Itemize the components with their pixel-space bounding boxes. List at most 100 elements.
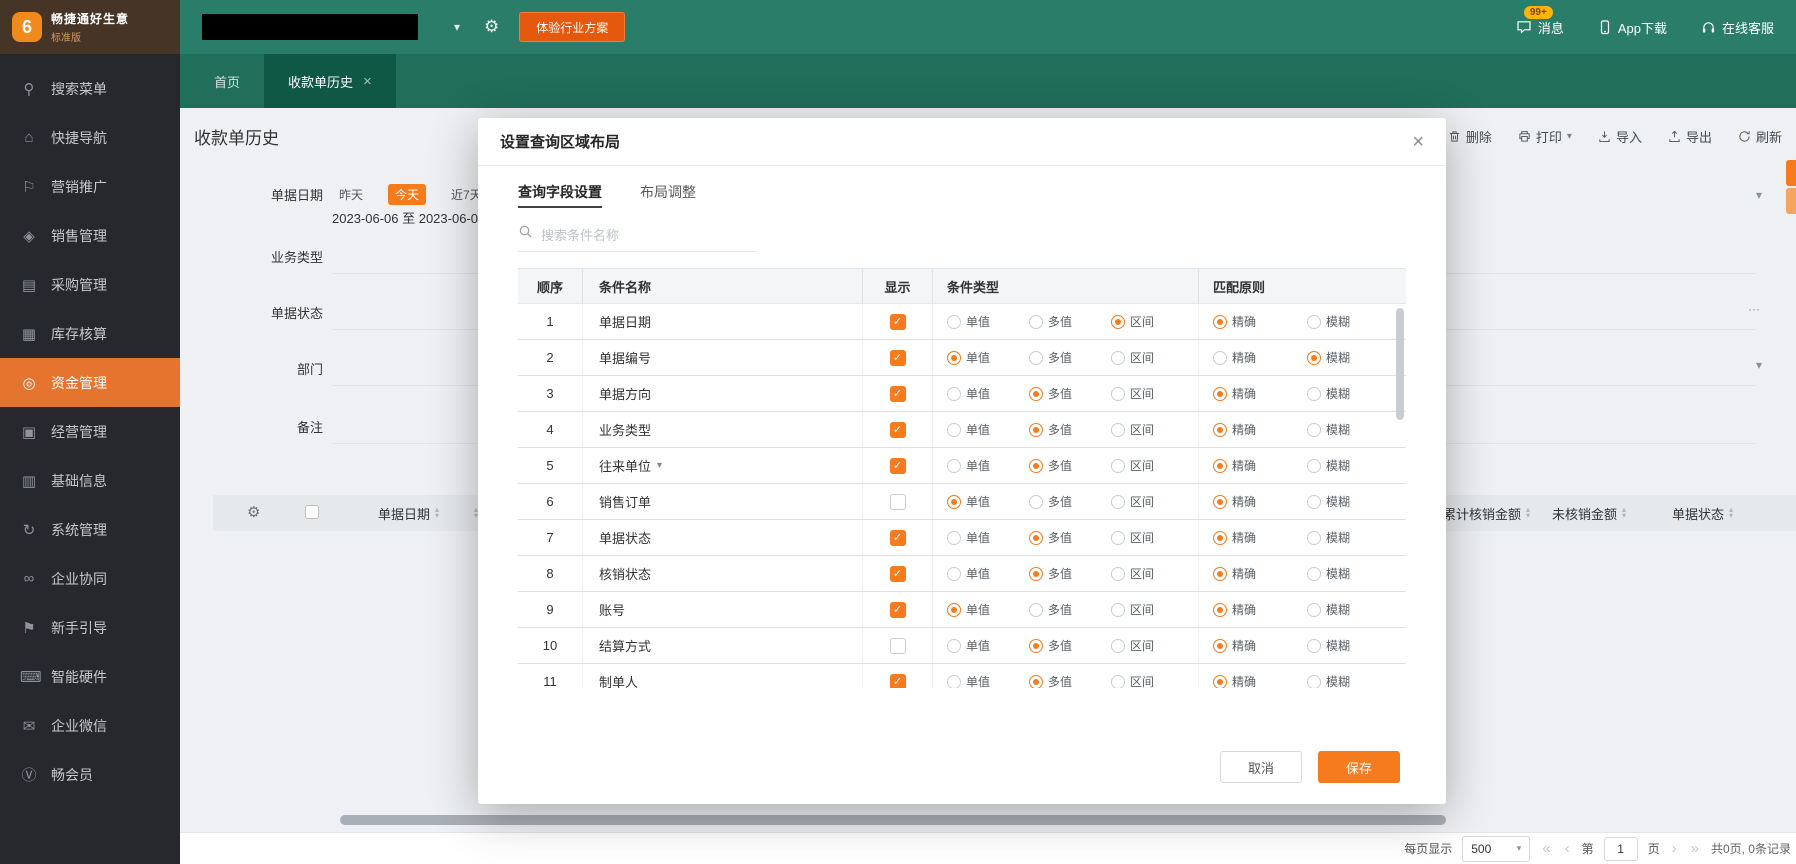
match-rule-option[interactable]: 模糊 bbox=[1307, 565, 1401, 582]
condition-type-option[interactable]: 多值 bbox=[1029, 493, 1111, 510]
show-checkbox[interactable]: ✓ bbox=[889, 529, 906, 546]
sidebar-item-wechat[interactable]: ✉ 企业微信 bbox=[0, 701, 180, 750]
show-checkbox[interactable]: ✓ bbox=[889, 673, 906, 688]
side-float-button[interactable] bbox=[1786, 160, 1796, 186]
last-page-button[interactable]: » bbox=[1689, 840, 1701, 857]
sidebar-item-quick-nav[interactable]: ⌂ 快捷导航 bbox=[0, 113, 180, 162]
match-rule-option[interactable]: 精确 bbox=[1213, 673, 1307, 688]
sidebar-item-guide[interactable]: ⚑ 新手引导 bbox=[0, 603, 180, 652]
match-rule-option[interactable]: 模糊 bbox=[1307, 637, 1401, 654]
chevron-down-icon[interactable]: ▾ bbox=[1756, 358, 1762, 372]
condition-type-option[interactable]: 多值 bbox=[1029, 457, 1111, 474]
sidebar-item-collaboration[interactable]: ∞ 企业协同 bbox=[0, 554, 180, 603]
condition-search-input[interactable]: 搜索条件名称 bbox=[518, 224, 756, 252]
condition-type-option[interactable]: 单值 bbox=[947, 385, 1029, 402]
tab-receipt-history[interactable]: 收款单历史 × bbox=[264, 54, 396, 108]
first-page-button[interactable]: « bbox=[1540, 840, 1552, 857]
show-checkbox[interactable]: ✓ bbox=[889, 385, 906, 402]
column-header-doc-date[interactable]: 单据日期 ▴ ▾ bbox=[378, 495, 439, 531]
modal-scrollbar[interactable] bbox=[1396, 308, 1404, 420]
sort-icon[interactable]: ▴ ▾ bbox=[1622, 506, 1626, 520]
match-rule-option[interactable]: 精确 bbox=[1213, 457, 1307, 474]
match-rule-option[interactable]: 精确 bbox=[1213, 385, 1307, 402]
condition-type-option[interactable]: 单值 bbox=[947, 529, 1029, 546]
sidebar-item-member[interactable]: Ⓥ 畅会员 bbox=[0, 750, 180, 799]
sort-icon[interactable]: ▴ ▾ bbox=[1526, 506, 1530, 520]
horizontal-scrollbar[interactable] bbox=[340, 815, 1446, 825]
sort-icon[interactable]: ▴ ▾ bbox=[1729, 506, 1733, 520]
match-rule-option[interactable]: 模糊 bbox=[1307, 349, 1401, 366]
tab-home[interactable]: 首页 bbox=[190, 54, 264, 108]
condition-type-option[interactable]: 多值 bbox=[1029, 313, 1111, 330]
column-header[interactable]: 累计核销金额 ▴ ▾ bbox=[1443, 495, 1530, 531]
column-header[interactable]: 单据状态 ▴ ▾ bbox=[1672, 495, 1733, 531]
match-rule-option[interactable]: 精确 bbox=[1213, 565, 1307, 582]
condition-type-option[interactable]: 单值 bbox=[947, 349, 1029, 366]
condition-type-option[interactable]: 区间 bbox=[1111, 385, 1193, 402]
condition-type-option[interactable]: 区间 bbox=[1111, 457, 1193, 474]
column-sort-only[interactable]: ▴ ▾ bbox=[469, 495, 478, 531]
page-number-input[interactable]: 1 bbox=[1603, 836, 1638, 861]
match-rule-option[interactable]: 模糊 bbox=[1307, 529, 1401, 546]
refresh-button[interactable]: 刷新 bbox=[1738, 127, 1782, 146]
condition-type-option[interactable]: 区间 bbox=[1111, 673, 1193, 688]
show-checkbox[interactable] bbox=[889, 637, 906, 654]
condition-type-option[interactable]: 单值 bbox=[947, 673, 1029, 688]
show-checkbox[interactable]: ✓ bbox=[889, 457, 906, 474]
sidebar-item-hardware[interactable]: ⌨ 智能硬件 bbox=[0, 652, 180, 701]
condition-type-option[interactable]: 多值 bbox=[1029, 601, 1111, 618]
match-rule-option[interactable]: 精确 bbox=[1213, 637, 1307, 654]
close-tab-icon[interactable]: × bbox=[363, 73, 372, 90]
condition-type-option[interactable]: 区间 bbox=[1111, 601, 1193, 618]
modal-tab-0[interactable]: 查询字段设置 bbox=[518, 182, 602, 212]
sidebar-item-base-info[interactable]: ▥ 基础信息 bbox=[0, 456, 180, 505]
match-rule-option[interactable]: 模糊 bbox=[1307, 421, 1401, 438]
match-rule-option[interactable]: 模糊 bbox=[1307, 493, 1401, 510]
condition-type-option[interactable]: 多值 bbox=[1029, 349, 1111, 366]
show-checkbox[interactable]: ✓ bbox=[889, 313, 906, 330]
date-range-value[interactable]: 2023-06-06 至 2023-06-06 bbox=[332, 208, 485, 227]
condition-type-option[interactable]: 多值 bbox=[1029, 637, 1111, 654]
sidebar-item-funds[interactable]: ◎ 资金管理 bbox=[0, 358, 180, 407]
side-float-button[interactable] bbox=[1786, 188, 1796, 214]
chevron-down-icon[interactable]: ▾ bbox=[454, 20, 460, 34]
condition-type-option[interactable]: 单值 bbox=[947, 493, 1029, 510]
match-rule-option[interactable]: 精确 bbox=[1213, 529, 1307, 546]
match-rule-option[interactable]: 精确 bbox=[1213, 349, 1307, 366]
import-button[interactable]: 导入 bbox=[1598, 127, 1642, 146]
match-rule-option[interactable]: 精确 bbox=[1213, 313, 1307, 330]
condition-type-option[interactable]: 单值 bbox=[947, 601, 1029, 618]
match-rule-option[interactable]: 模糊 bbox=[1307, 385, 1401, 402]
condition-type-option[interactable]: 单值 bbox=[947, 565, 1029, 582]
company-name-redacted[interactable] bbox=[202, 14, 418, 40]
date-option[interactable]: 今天 bbox=[388, 183, 427, 205]
export-button[interactable]: 导出 bbox=[1668, 127, 1712, 146]
condition-type-option[interactable]: 单值 bbox=[947, 313, 1029, 330]
show-checkbox[interactable]: ✓ bbox=[889, 349, 906, 366]
match-rule-option[interactable]: 模糊 bbox=[1307, 673, 1401, 688]
condition-type-option[interactable]: 区间 bbox=[1111, 529, 1193, 546]
condition-type-option[interactable]: 区间 bbox=[1111, 493, 1193, 510]
messages-button[interactable]: 99+ 消息 bbox=[1516, 5, 1564, 37]
match-rule-option[interactable]: 精确 bbox=[1213, 493, 1307, 510]
sidebar-item-sales[interactable]: ◈ 销售管理 bbox=[0, 211, 180, 260]
chevron-down-icon[interactable]: ▾ bbox=[657, 460, 662, 471]
condition-type-option[interactable]: 多值 bbox=[1029, 673, 1111, 688]
condition-type-option[interactable]: 区间 bbox=[1111, 421, 1193, 438]
sidebar-item-search-menu[interactable]: ⚲ 搜索菜单 bbox=[0, 64, 180, 113]
show-checkbox[interactable]: ✓ bbox=[889, 421, 906, 438]
condition-type-option[interactable]: 区间 bbox=[1111, 565, 1193, 582]
show-checkbox[interactable] bbox=[889, 493, 906, 510]
condition-type-option[interactable]: 单值 bbox=[947, 457, 1029, 474]
condition-type-option[interactable]: 区间 bbox=[1111, 349, 1193, 366]
column-settings-gear-icon[interactable]: ⚙ bbox=[247, 503, 260, 521]
show-checkbox[interactable]: ✓ bbox=[889, 601, 906, 618]
match-rule-option[interactable]: 模糊 bbox=[1307, 601, 1401, 618]
condition-type-option[interactable]: 多值 bbox=[1029, 385, 1111, 402]
modal-tab-1[interactable]: 布局调整 bbox=[640, 182, 696, 212]
sidebar-item-system[interactable]: ↻ 系统管理 bbox=[0, 505, 180, 554]
gear-icon[interactable]: ⚙ bbox=[484, 17, 499, 37]
match-rule-option[interactable]: 精确 bbox=[1213, 601, 1307, 618]
column-header[interactable]: 未核销金额 ▴ ▾ bbox=[1552, 495, 1626, 531]
sidebar-item-operations[interactable]: ▣ 经营管理 bbox=[0, 407, 180, 456]
